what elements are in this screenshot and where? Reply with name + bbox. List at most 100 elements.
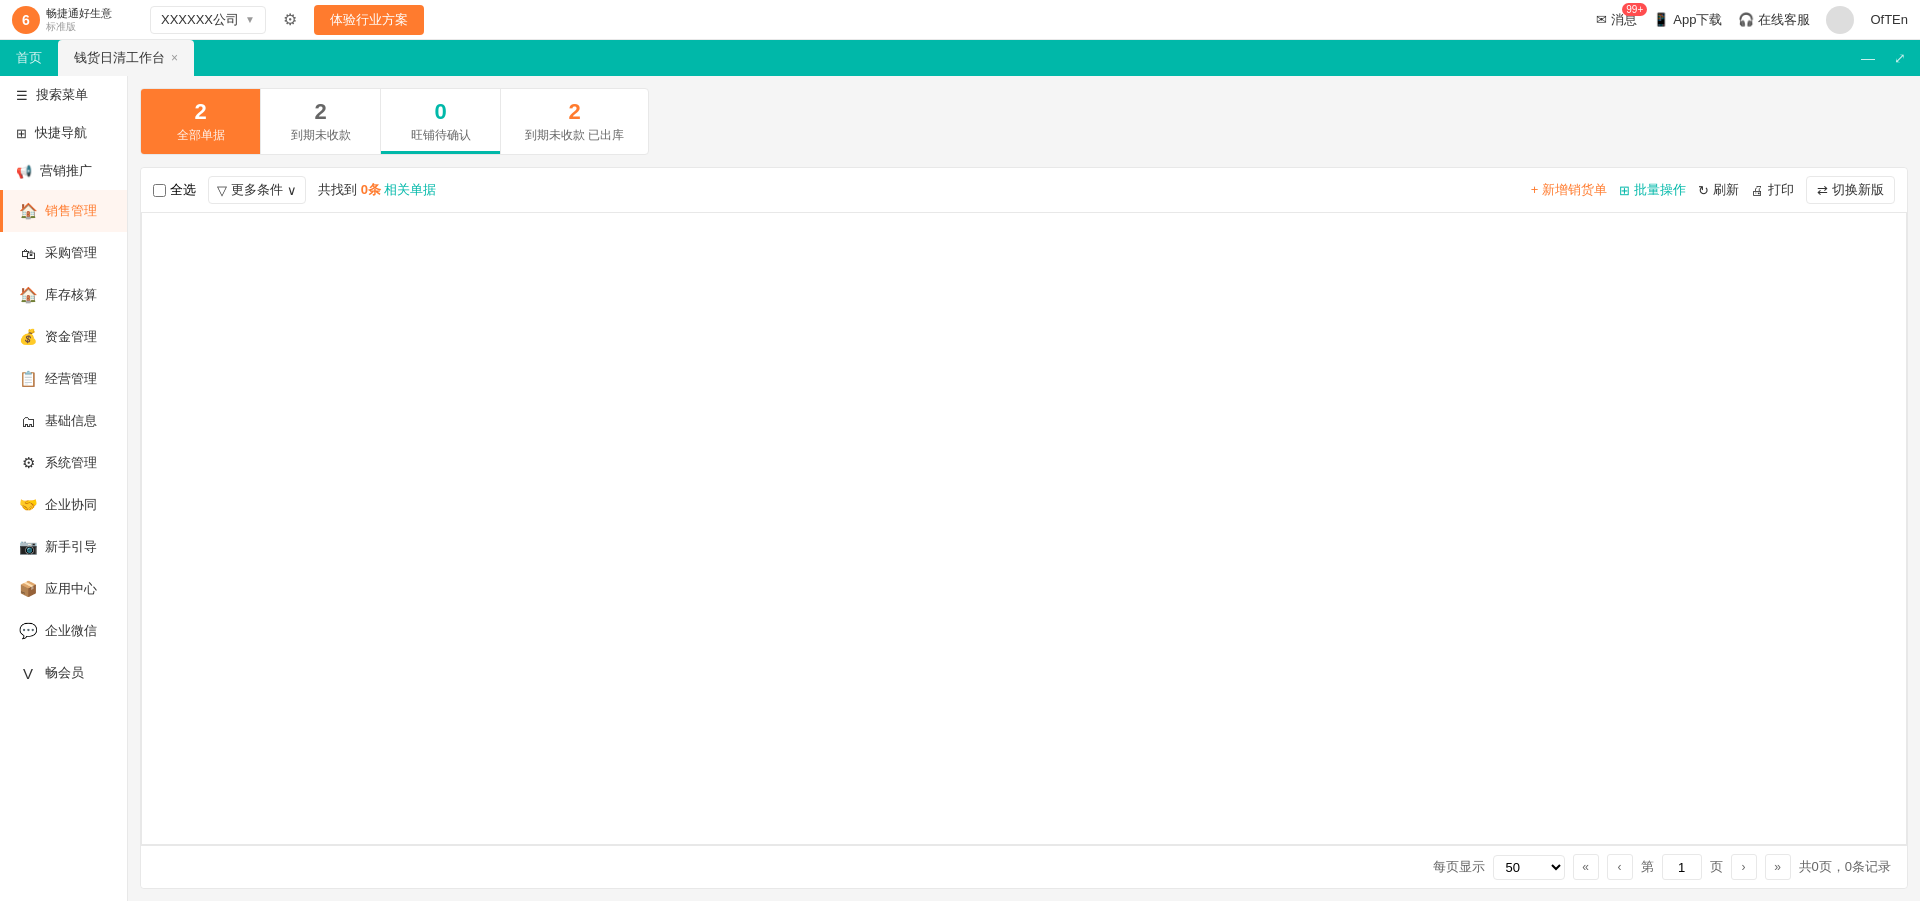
sidebar-search[interactable]: ☰ 搜索菜单 bbox=[0, 76, 127, 114]
sidebar-item-sales[interactable]: 🏠 销售管理 bbox=[0, 190, 127, 232]
stats-tab-all[interactable]: 2 全部单据 bbox=[141, 89, 261, 154]
select-all-label: 全选 bbox=[170, 181, 196, 199]
stats-wangpu-num: 0 bbox=[405, 99, 476, 125]
toolbar-left: 全选 ▽ 更多条件 ∨ 共找到 0条 相关单据 bbox=[153, 176, 436, 204]
main-content: 2 全部单据 2 到期未收款 0 旺铺待确认 2 到期未收款 已出库 bbox=[128, 76, 1920, 901]
sidebar-promo[interactable]: 📢 营销推广 bbox=[0, 152, 127, 190]
toolbar: 全选 ▽ 更多条件 ∨ 共找到 0条 相关单据 bbox=[141, 168, 1907, 213]
sidebar-label-appstore: 应用中心 bbox=[45, 580, 97, 598]
sidebar-label-guide: 新手引导 bbox=[45, 538, 97, 556]
online-service-label: 在线客服 bbox=[1758, 11, 1810, 29]
sidebar-label-weixin: 企业微信 bbox=[45, 622, 97, 640]
page-label: 第 bbox=[1641, 858, 1654, 876]
batch-button[interactable]: ⊞ 批量操作 bbox=[1619, 181, 1686, 199]
settings-button[interactable]: ⚙ bbox=[276, 6, 304, 34]
guide-icon: 📷 bbox=[19, 538, 37, 556]
empty-area bbox=[142, 213, 1906, 613]
stats-shipped-num: 2 bbox=[525, 99, 624, 125]
table-container bbox=[141, 213, 1907, 845]
app-download-button[interactable]: 📱 App下载 bbox=[1653, 11, 1722, 29]
print-button[interactable]: 🖨 打印 bbox=[1751, 181, 1794, 199]
stats-overdue-num: 2 bbox=[285, 99, 356, 125]
page-input[interactable] bbox=[1662, 854, 1702, 880]
found-count: 0条 bbox=[361, 182, 381, 197]
sidebar-label-member: 畅会员 bbox=[45, 664, 84, 682]
sidebar-item-inventory[interactable]: 🏠 库存核算 bbox=[0, 274, 127, 316]
batch-label: 批量操作 bbox=[1634, 181, 1686, 199]
sidebar-item-guide[interactable]: 📷 新手引导 bbox=[0, 526, 127, 568]
filter-chevron-icon: ∨ bbox=[287, 183, 297, 198]
stats-tabs: 2 全部单据 2 到期未收款 0 旺铺待确认 2 到期未收款 已出库 bbox=[140, 88, 649, 155]
pagination: 每页显示 50 100 200 « ‹ 第 页 › » 共0页，0条记录 bbox=[141, 845, 1907, 888]
last-page-button[interactable]: » bbox=[1765, 854, 1791, 880]
select-all-checkbox[interactable]: 全选 bbox=[153, 181, 196, 199]
refresh-button[interactable]: ↻ 刷新 bbox=[1698, 181, 1739, 199]
logo-subtitle: 标准版 bbox=[46, 20, 112, 33]
sidebar-item-capital[interactable]: 💰 资金管理 bbox=[0, 316, 127, 358]
sidebar-item-enterprise[interactable]: 🤝 企业协同 bbox=[0, 484, 127, 526]
stats-shipped-label: 到期未收款 已出库 bbox=[525, 127, 624, 144]
search-label: 搜索菜单 bbox=[36, 86, 88, 104]
gear-icon: ⚙ bbox=[283, 10, 297, 29]
per-page-select[interactable]: 50 100 200 bbox=[1493, 855, 1565, 880]
sidebar-item-basic[interactable]: 🗂 基础信息 bbox=[0, 400, 127, 442]
stats-tab-shipped[interactable]: 2 到期未收款 已出库 bbox=[501, 89, 648, 154]
select-all-input[interactable] bbox=[153, 184, 166, 197]
avatar bbox=[1826, 6, 1854, 34]
experience-button[interactable]: 体验行业方案 bbox=[314, 5, 424, 35]
headset-icon: 🎧 bbox=[1738, 12, 1754, 27]
sidebar-item-appstore[interactable]: 📦 应用中心 bbox=[0, 568, 127, 610]
top-bar-right: ✉ 消息 99+ 📱 App下载 🎧 在线客服 OfTEn bbox=[1596, 6, 1908, 34]
user-name: OfTEn bbox=[1870, 12, 1908, 27]
sidebar-label-inventory: 库存核算 bbox=[45, 286, 97, 304]
print-icon: 🖨 bbox=[1751, 183, 1764, 198]
filter-button[interactable]: ▽ 更多条件 ∨ bbox=[208, 176, 306, 204]
stats-all-label: 全部单据 bbox=[165, 127, 236, 144]
batch-icon: ⊞ bbox=[1619, 183, 1630, 198]
sidebar-label-sales: 销售管理 bbox=[45, 202, 97, 220]
sidebar-quick-nav[interactable]: ⊞ 快捷导航 bbox=[0, 114, 127, 152]
operation-icon: 📋 bbox=[19, 370, 37, 388]
sidebar-item-system[interactable]: ⚙ 系统管理 bbox=[0, 442, 127, 484]
sidebar-item-weixin[interactable]: 💬 企业微信 bbox=[0, 610, 127, 652]
search-icon: ☰ bbox=[16, 88, 28, 103]
top-bar-left: 6 畅捷通好生意 标准版 XXXXXX公司 ▼ ⚙ 体验行业方案 bbox=[12, 5, 424, 35]
tab-home-label: 首页 bbox=[16, 49, 42, 67]
content-area: 2 全部单据 2 到期未收款 0 旺铺待确认 2 到期未收款 已出库 bbox=[128, 76, 1920, 901]
enterprise-icon: 🤝 bbox=[19, 496, 37, 514]
system-icon: ⚙ bbox=[19, 454, 37, 472]
company-selector[interactable]: XXXXXX公司 ▼ bbox=[150, 6, 266, 34]
top-bar: 6 畅捷通好生意 标准版 XXXXXX公司 ▼ ⚙ 体验行业方案 ✉ 消息 99… bbox=[0, 0, 1920, 40]
sidebar-item-purchase[interactable]: 🛍 采购管理 bbox=[0, 232, 127, 274]
found-prefix: 共找到 bbox=[318, 182, 357, 197]
capital-icon: 💰 bbox=[19, 328, 37, 346]
main-layout: ☰ 搜索菜单 ⊞ 快捷导航 📢 营销推广 🏠 销售管理 🛍 采购管理 🏠 库存核… bbox=[0, 76, 1920, 901]
phone-icon: 📱 bbox=[1653, 12, 1669, 27]
stats-tab-overdue[interactable]: 2 到期未收款 bbox=[261, 89, 381, 154]
tab-cashflow[interactable]: 钱货日清工作台 × bbox=[58, 40, 194, 76]
online-service-button[interactable]: 🎧 在线客服 bbox=[1738, 11, 1810, 29]
logo-icon: 6 bbox=[12, 6, 40, 34]
minimize-button[interactable]: — bbox=[1856, 46, 1880, 70]
switch-version-button[interactable]: ⇄ 切换新版 bbox=[1806, 176, 1895, 204]
stats-tab-wangpu[interactable]: 0 旺铺待确认 bbox=[381, 89, 501, 154]
tab-home[interactable]: 首页 bbox=[0, 40, 58, 76]
total-info: 共0页，0条记录 bbox=[1799, 858, 1891, 876]
prev-page-button[interactable]: ‹ bbox=[1607, 854, 1633, 880]
stats-wangpu-label: 旺铺待确认 bbox=[405, 127, 476, 144]
new-order-button[interactable]: + 新增销货单 bbox=[1531, 181, 1607, 199]
found-link[interactable]: 相关单据 bbox=[384, 182, 436, 197]
logo-title: 畅捷通好生意 bbox=[46, 6, 112, 20]
filter-icon: ▽ bbox=[217, 183, 227, 198]
sidebar-item-operation[interactable]: 📋 经营管理 bbox=[0, 358, 127, 400]
message-button[interactable]: ✉ 消息 99+ bbox=[1596, 11, 1637, 29]
sidebar-item-member[interactable]: V 畅会员 bbox=[0, 652, 127, 694]
first-page-button[interactable]: « bbox=[1573, 854, 1599, 880]
sales-icon: 🏠 bbox=[19, 202, 37, 220]
refresh-label: 刷新 bbox=[1713, 181, 1739, 199]
maximize-button[interactable]: ⤢ bbox=[1888, 46, 1912, 70]
next-page-button[interactable]: › bbox=[1731, 854, 1757, 880]
sidebar-label-basic: 基础信息 bbox=[45, 412, 97, 430]
print-label: 打印 bbox=[1768, 181, 1794, 199]
close-tab-icon[interactable]: × bbox=[171, 51, 178, 65]
